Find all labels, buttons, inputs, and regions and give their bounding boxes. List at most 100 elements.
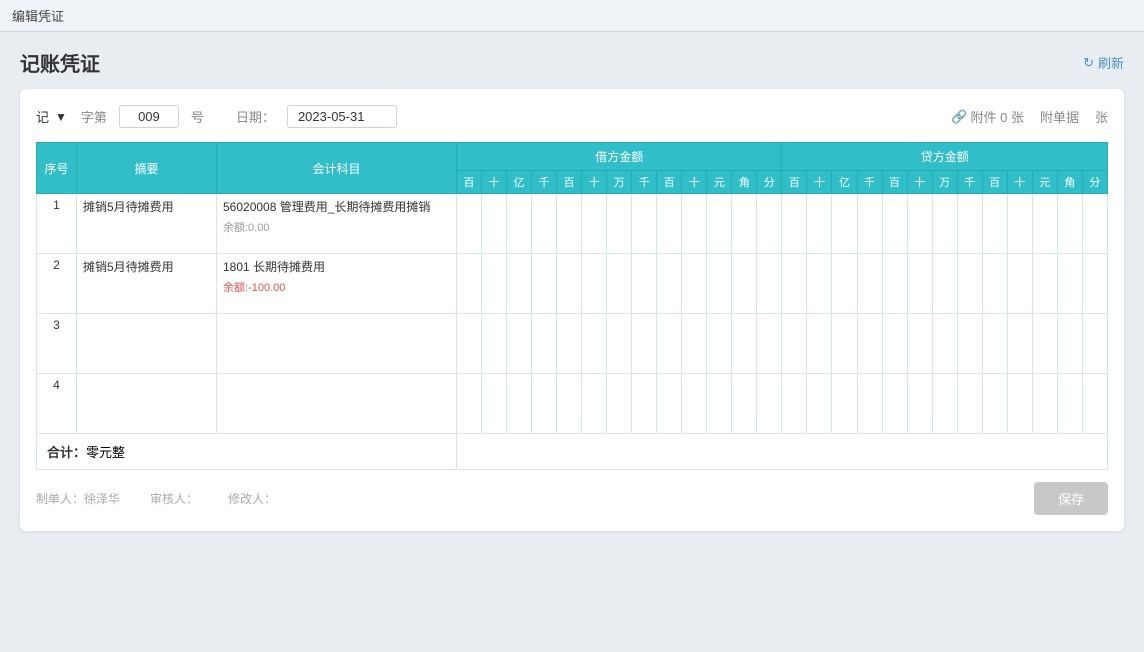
debit-cell[interactable] [482,194,507,254]
debit-cell[interactable] [682,194,707,254]
credit-cell[interactable] [1032,254,1057,314]
credit-cell[interactable] [1082,374,1107,434]
table-scroll-area[interactable]: 序号 摘要 会计科目 借方金额 贷方金额 百十亿千百十万千百十元角分百十亿千百十… [36,142,1108,470]
debit-cell[interactable] [632,374,657,434]
credit-cell[interactable] [1032,194,1057,254]
credit-cell[interactable] [1057,374,1082,434]
debit-cell[interactable] [507,194,532,254]
credit-cell[interactable] [857,194,882,254]
debit-cell[interactable] [732,194,757,254]
credit-cell[interactable] [782,374,807,434]
debit-cell[interactable] [632,314,657,374]
debit-cell[interactable] [607,194,632,254]
credit-cell[interactable] [932,194,957,254]
credit-cell[interactable] [957,254,982,314]
credit-cell[interactable] [1007,194,1032,254]
debit-cell[interactable] [582,194,607,254]
credit-cell[interactable] [932,254,957,314]
debit-cell[interactable] [607,254,632,314]
credit-cell[interactable] [1082,194,1107,254]
debit-cell[interactable] [632,254,657,314]
row-account[interactable] [217,314,457,374]
credit-cell[interactable] [1057,194,1082,254]
debit-cell[interactable] [557,194,582,254]
row-summary[interactable]: 摊销5月待摊费用 [77,194,217,254]
debit-cell[interactable] [532,194,557,254]
refresh-button[interactable]: ↻ 刷新 [1083,53,1124,72]
debit-cell[interactable] [707,374,732,434]
row-summary[interactable]: 摊销5月待摊费用 [77,254,217,314]
credit-cell[interactable] [957,374,982,434]
debit-cell[interactable] [757,374,782,434]
debit-cell[interactable] [457,374,482,434]
credit-cell[interactable] [1032,314,1057,374]
row-account[interactable]: 56020008 管理费用_长期待摊费用摊销余额:0.00 [217,194,457,254]
credit-cell[interactable] [907,254,932,314]
debit-cell[interactable] [582,374,607,434]
credit-cell[interactable] [907,194,932,254]
credit-cell[interactable] [1007,314,1032,374]
debit-cell[interactable] [707,194,732,254]
debit-cell[interactable] [457,194,482,254]
credit-cell[interactable] [832,254,857,314]
credit-cell[interactable] [882,374,907,434]
debit-cell[interactable] [757,314,782,374]
credit-cell[interactable] [782,194,807,254]
credit-cell[interactable] [782,314,807,374]
attachment-link[interactable]: 🔗 附件 0 张 [951,107,1024,126]
credit-cell[interactable] [782,254,807,314]
credit-cell[interactable] [1082,314,1107,374]
debit-cell[interactable] [607,374,632,434]
credit-cell[interactable] [1057,314,1082,374]
debit-cell[interactable] [532,374,557,434]
debit-cell[interactable] [507,254,532,314]
credit-cell[interactable] [832,374,857,434]
row-summary[interactable] [77,374,217,434]
debit-cell[interactable] [482,254,507,314]
debit-cell[interactable] [557,374,582,434]
credit-cell[interactable] [1007,374,1032,434]
debit-cell[interactable] [482,374,507,434]
voucher-number-input[interactable] [119,105,179,128]
credit-cell[interactable] [957,194,982,254]
debit-cell[interactable] [657,314,682,374]
voucher-type-dropdown[interactable]: ▼ [53,110,69,124]
debit-cell[interactable] [757,254,782,314]
credit-cell[interactable] [807,314,832,374]
debit-cell[interactable] [582,314,607,374]
debit-cell[interactable] [507,314,532,374]
debit-cell[interactable] [557,314,582,374]
debit-cell[interactable] [532,314,557,374]
credit-cell[interactable] [957,314,982,374]
credit-cell[interactable] [907,314,932,374]
credit-cell[interactable] [807,254,832,314]
debit-cell[interactable] [682,374,707,434]
credit-cell[interactable] [807,374,832,434]
credit-cell[interactable] [832,194,857,254]
debit-cell[interactable] [657,194,682,254]
debit-cell[interactable] [457,314,482,374]
credit-cell[interactable] [932,314,957,374]
date-input[interactable] [287,105,397,128]
row-account[interactable] [217,374,457,434]
debit-cell[interactable] [582,254,607,314]
credit-cell[interactable] [857,254,882,314]
debit-cell[interactable] [632,194,657,254]
credit-cell[interactable] [982,374,1007,434]
credit-cell[interactable] [1057,254,1082,314]
save-button[interactable]: 保存 [1034,482,1108,515]
debit-cell[interactable] [732,254,757,314]
debit-cell[interactable] [757,194,782,254]
debit-cell[interactable] [457,254,482,314]
debit-cell[interactable] [732,374,757,434]
debit-cell[interactable] [607,314,632,374]
credit-cell[interactable] [832,314,857,374]
debit-cell[interactable] [682,254,707,314]
credit-cell[interactable] [907,374,932,434]
dan-ju-link[interactable]: 附单据 [1040,107,1079,126]
credit-cell[interactable] [1082,254,1107,314]
credit-cell[interactable] [857,314,882,374]
credit-cell[interactable] [982,314,1007,374]
debit-cell[interactable] [707,314,732,374]
credit-cell[interactable] [1032,374,1057,434]
